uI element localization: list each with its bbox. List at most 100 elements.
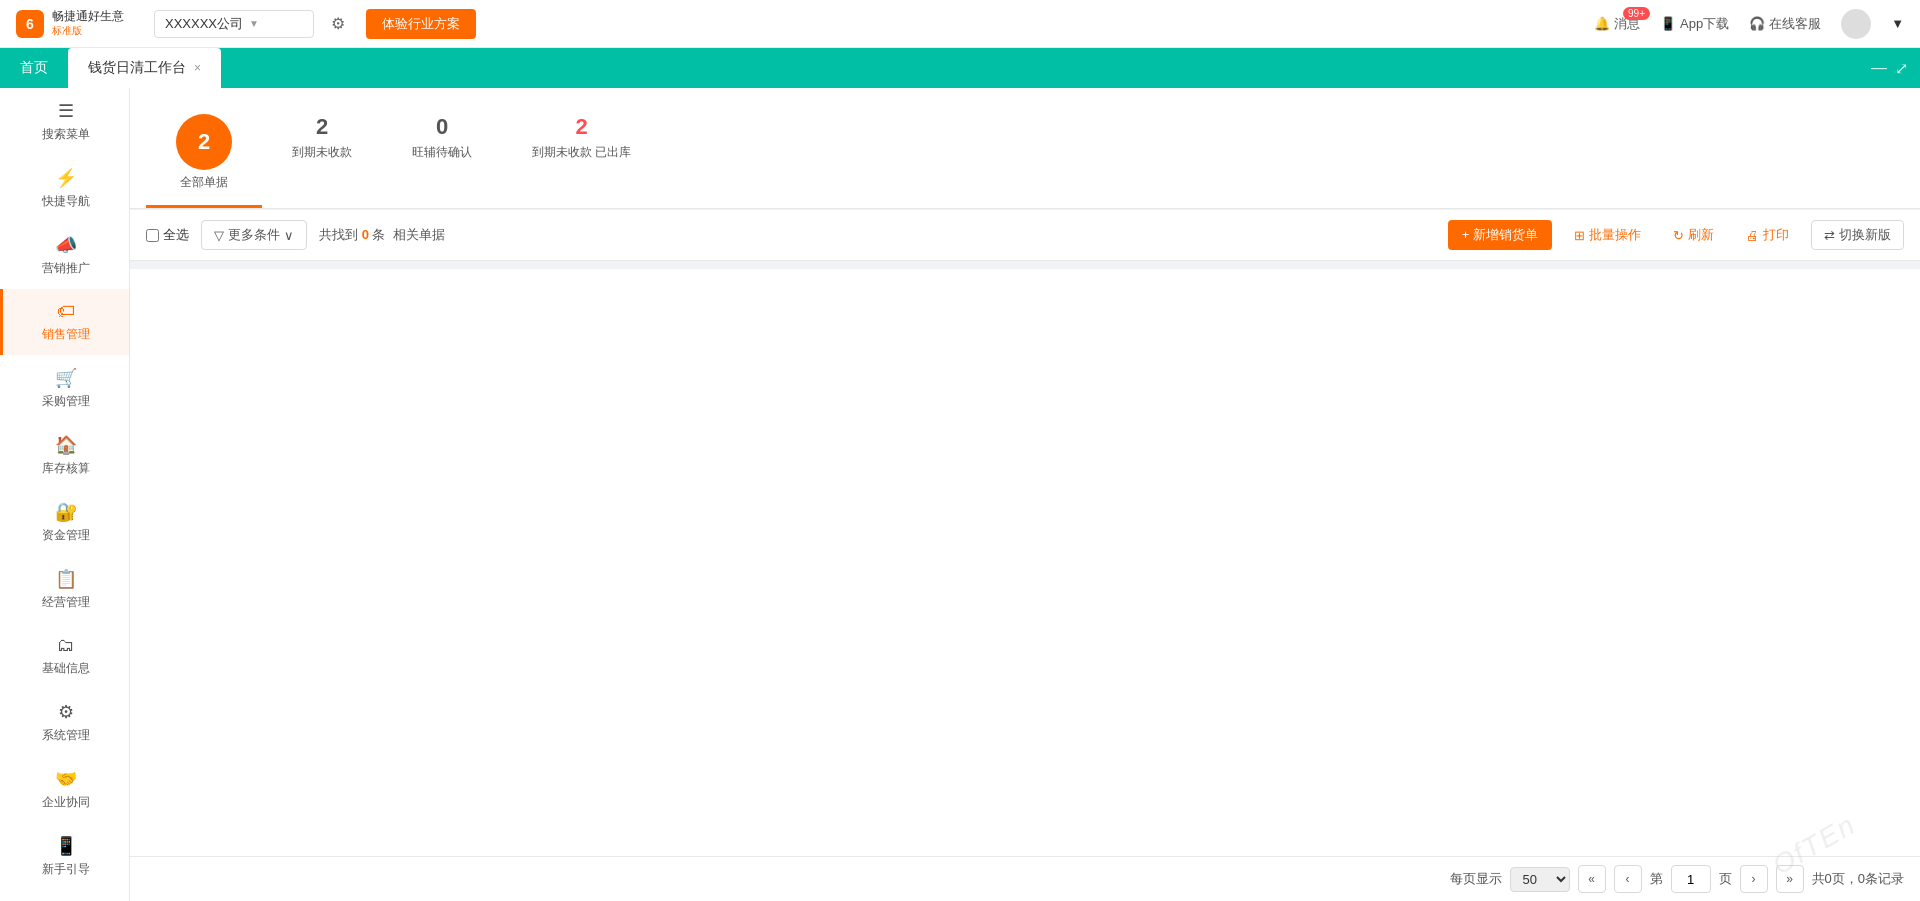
app-download-label: App下载 xyxy=(1680,15,1729,33)
sidebar-basic-info-label: 基础信息 xyxy=(42,660,90,677)
top-bar: 6 畅捷通好生意 标准版 XXXXXX公司 ▼ ⚙ 体验行业方案 🔔 消息 99… xyxy=(0,0,1920,48)
logo-area: 6 畅捷通好生意 标准版 xyxy=(16,9,146,39)
sidebar: ☰ 搜索菜单 ⚡ 快捷导航 📣 营销推广 🏷 销售管理 🛒 采购管理 🏠 库存核… xyxy=(0,88,130,901)
table-area xyxy=(130,269,1920,856)
refresh-icon: ↻ xyxy=(1673,228,1684,243)
content-area: 2 全部单据 2 到期未收款 0 旺辅待确认 2 到期未收款 已出库 xyxy=(130,88,1920,901)
stat-tab-all[interactable]: 2 全部单据 xyxy=(146,104,262,208)
page-input[interactable] xyxy=(1671,865,1711,893)
company-name: XXXXXX公司 xyxy=(165,15,243,33)
avatar[interactable] xyxy=(1841,9,1871,39)
sidebar-finance-label: 资金管理 xyxy=(42,527,90,544)
empty-state xyxy=(130,269,1920,669)
sidebar-item-basic-info[interactable]: 🗂 基础信息 xyxy=(0,623,129,689)
tab-minimize-icon[interactable]: — xyxy=(1871,59,1887,77)
batch-icon: ⊞ xyxy=(1574,228,1585,243)
switch-btn-label: 切换新版 xyxy=(1839,226,1891,244)
sidebar-item-app-center[interactable]: 📦 应用中心 xyxy=(0,890,129,901)
stat-overdue-num: 2 xyxy=(316,114,328,140)
sidebar-item-inventory[interactable]: 🏠 库存核算 xyxy=(0,422,129,489)
toolbar-left: 全选 ▽ 更多条件 ∨ 共找到 0 条 相关单据 xyxy=(146,220,1436,250)
page-label: 第 xyxy=(1650,870,1663,888)
found-text: 共找到 0 条 相关单据 xyxy=(319,226,445,244)
print-btn[interactable]: 🖨 打印 xyxy=(1736,221,1799,249)
stat-all-circle: 2 xyxy=(176,114,232,174)
page-size-label: 每页显示 xyxy=(1450,870,1502,888)
sales-icon: 🏷 xyxy=(57,301,75,322)
sidebar-item-system[interactable]: ⚙ 系统管理 xyxy=(0,689,129,756)
page-size-select[interactable]: 50 20 100 xyxy=(1510,867,1570,892)
stat-overdue-label: 到期未收款 xyxy=(292,144,352,161)
filter-dropdown-icon: ∨ xyxy=(284,228,294,243)
basic-info-icon: 🗂 xyxy=(57,635,75,656)
user-name[interactable]: ▼ xyxy=(1891,16,1904,31)
sidebar-item-enterprise[interactable]: 🤝 企业协同 xyxy=(0,756,129,823)
tab-workbench[interactable]: 钱货日清工作台 × xyxy=(68,48,221,88)
total-info: 共0页，0条记录 xyxy=(1812,870,1904,888)
first-page-btn[interactable]: « xyxy=(1578,865,1606,893)
logo-icon: 6 xyxy=(16,10,44,38)
brand-name: 畅捷通好生意 xyxy=(52,9,124,25)
main-layout: ☰ 搜索菜单 ⚡ 快捷导航 📣 营销推广 🏷 销售管理 🛒 采购管理 🏠 库存核… xyxy=(0,88,1920,901)
sidebar-item-guide[interactable]: 📱 新手引导 xyxy=(0,823,129,890)
filter-icon: ▽ xyxy=(214,228,224,243)
more-filters-btn[interactable]: ▽ 更多条件 ∨ xyxy=(201,220,307,250)
search-menu-icon: ☰ xyxy=(58,100,74,122)
sidebar-item-sales[interactable]: 🏷 销售管理 xyxy=(0,289,129,355)
dropdown-arrow-icon: ▼ xyxy=(249,18,259,29)
pagination: 每页显示 50 20 100 « ‹ 第 页 › » 共0页，0条记录 xyxy=(130,856,1920,901)
app-download-btn[interactable]: 📱 App下载 xyxy=(1660,15,1729,33)
bell-icon: 🔔 xyxy=(1594,16,1610,31)
trial-btn[interactable]: 体验行业方案 xyxy=(366,9,476,39)
marketing-icon: 📣 xyxy=(55,234,77,256)
sidebar-item-operations[interactable]: 📋 经营管理 xyxy=(0,556,129,623)
online-service-label: 在线客服 xyxy=(1769,15,1821,33)
headset-icon: 🎧 xyxy=(1749,16,1765,31)
print-icon: 🖨 xyxy=(1746,228,1759,243)
stat-tab-overdue[interactable]: 2 到期未收款 xyxy=(262,104,382,208)
related-label: 相关单据 xyxy=(393,227,445,242)
toolbar: 全选 ▽ 更多条件 ∨ 共找到 0 条 相关单据 + 新增销货单 ⊞ xyxy=(130,210,1920,261)
refresh-btn-label: 刷新 xyxy=(1688,226,1714,244)
stat-tab-shipped[interactable]: 2 到期未收款 已出库 xyxy=(502,104,661,208)
stat-tab-pending[interactable]: 0 旺辅待确认 xyxy=(382,104,502,208)
top-right-area: 🔔 消息 99+ 📱 App下载 🎧 在线客服 ▼ xyxy=(1594,9,1904,39)
tab-workbench-label: 钱货日清工作台 xyxy=(88,59,186,77)
message-btn[interactable]: 🔔 消息 99+ xyxy=(1594,15,1640,33)
sidebar-item-finance[interactable]: 🔐 资金管理 xyxy=(0,489,129,556)
sidebar-item-quick-nav[interactable]: ⚡ 快捷导航 xyxy=(0,155,129,222)
found-unit: 条 xyxy=(372,227,385,242)
inventory-icon: 🏠 xyxy=(55,434,77,456)
select-all-input[interactable] xyxy=(146,229,159,242)
stats-tabs: 2 全部单据 2 到期未收款 0 旺辅待确认 2 到期未收款 已出库 xyxy=(130,88,1920,209)
brand-text: 畅捷通好生意 标准版 xyxy=(52,9,124,39)
tab-close-icon[interactable]: × xyxy=(194,61,201,75)
tab-home[interactable]: 首页 xyxy=(0,48,68,88)
switch-version-btn[interactable]: ⇄ 切换新版 xyxy=(1811,220,1904,250)
online-service-btn[interactable]: 🎧 在线客服 xyxy=(1749,15,1821,33)
guide-icon: 📱 xyxy=(55,835,77,857)
refresh-btn[interactable]: ↻ 刷新 xyxy=(1663,221,1724,249)
sidebar-item-purchase[interactable]: 🛒 采购管理 xyxy=(0,355,129,422)
new-sales-order-btn[interactable]: + 新增销货单 xyxy=(1448,220,1552,250)
prev-page-btn[interactable]: ‹ xyxy=(1614,865,1642,893)
tab-expand-icon[interactable]: ⤢ xyxy=(1895,59,1908,78)
sidebar-system-label: 系统管理 xyxy=(42,727,90,744)
sidebar-purchase-label: 采购管理 xyxy=(42,393,90,410)
batch-btn-label: 批量操作 xyxy=(1589,226,1641,244)
company-selector[interactable]: XXXXXX公司 ▼ xyxy=(154,10,314,38)
page-suffix: 页 xyxy=(1719,870,1732,888)
next-page-btn[interactable]: › xyxy=(1740,865,1768,893)
switch-icon: ⇄ xyxy=(1824,228,1835,243)
last-page-btn[interactable]: » xyxy=(1776,865,1804,893)
batch-operation-btn[interactable]: ⊞ 批量操作 xyxy=(1564,221,1651,249)
sidebar-item-marketing[interactable]: 📣 营销推广 xyxy=(0,222,129,289)
sidebar-item-search-menu[interactable]: ☰ 搜索菜单 xyxy=(0,88,129,155)
select-all-checkbox[interactable]: 全选 xyxy=(146,226,189,244)
found-count: 0 xyxy=(362,227,369,242)
toolbar-right: + 新增销货单 ⊞ 批量操作 ↻ 刷新 🖨 打印 ⇄ 切换新版 xyxy=(1448,220,1904,250)
stat-pending-label: 旺辅待确认 xyxy=(412,144,472,161)
settings-icon[interactable]: ⚙ xyxy=(322,8,354,40)
sidebar-quick-nav-label: 快捷导航 xyxy=(42,193,90,210)
operations-icon: 📋 xyxy=(55,568,77,590)
